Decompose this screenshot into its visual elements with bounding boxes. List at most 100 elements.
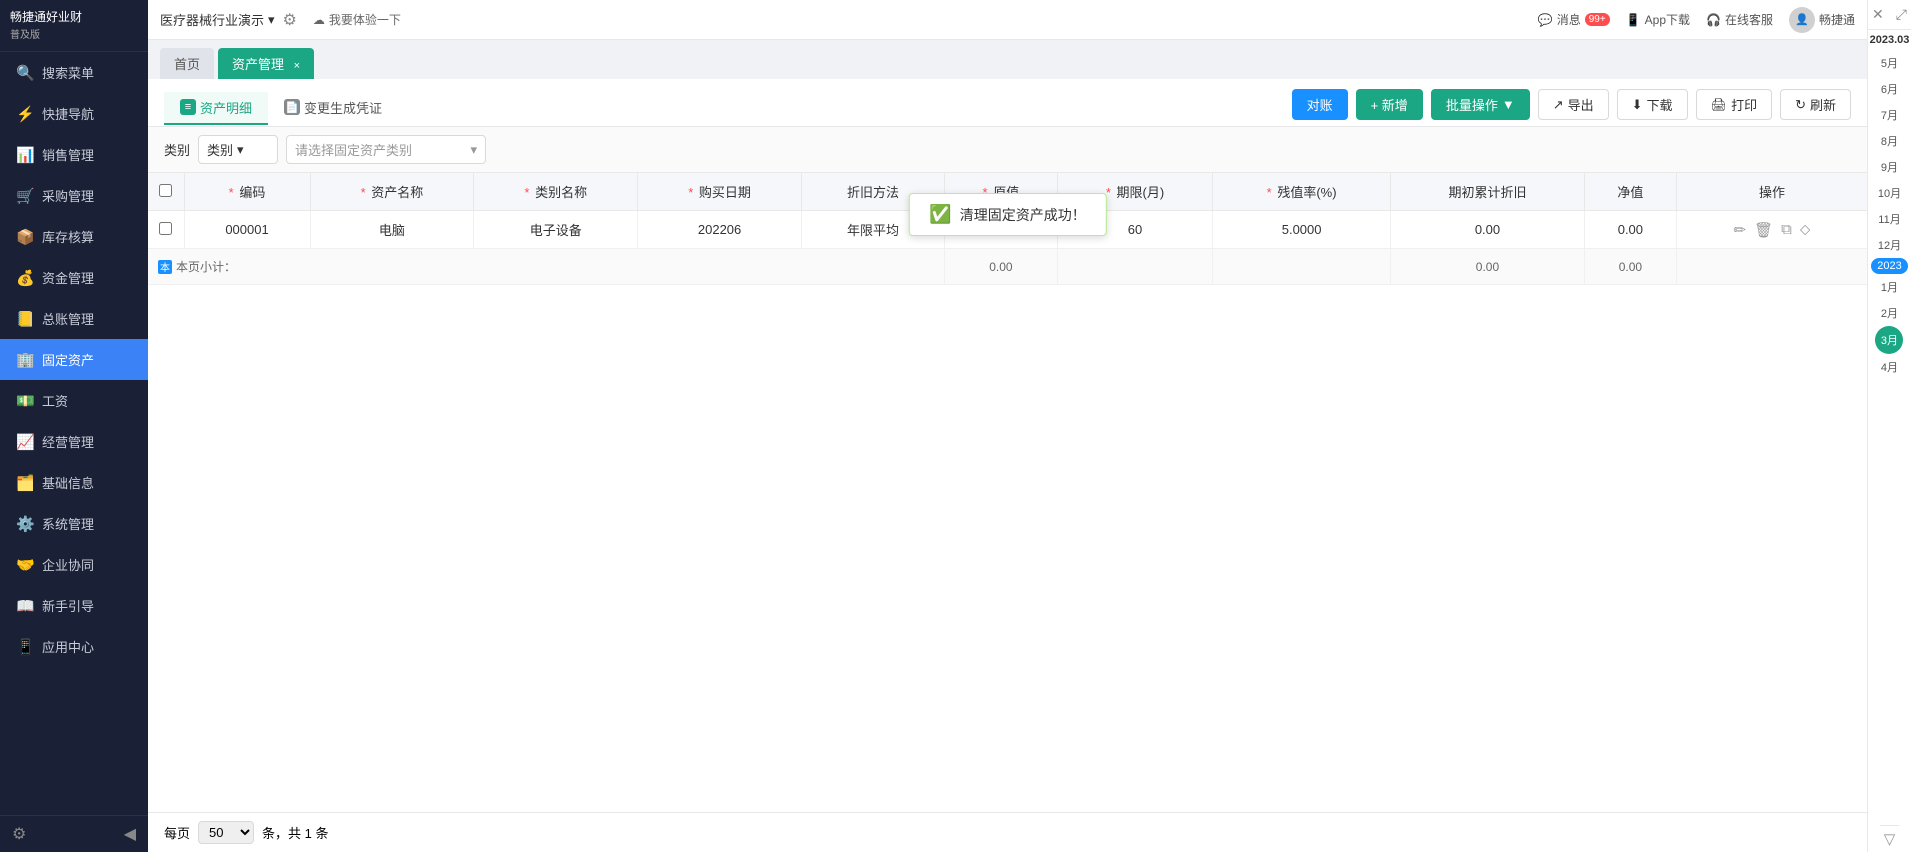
sub-tab-asset-detail[interactable]: ≡ 资产明细 — [164, 92, 268, 125]
export-button[interactable]: ↗ 导出 — [1538, 89, 1609, 120]
table-header-net-value: 净值 — [1584, 173, 1676, 211]
sidebar-item-ledger[interactable]: 📒总账管理 — [0, 298, 148, 339]
cloud-icon: ☁ — [313, 13, 325, 27]
settings-gear-icon[interactable]: ⚙ — [283, 10, 297, 30]
table-header-name: * 资产名称 — [310, 173, 474, 211]
tab-asset-label: 资产管理 — [232, 57, 284, 72]
sidebar-item-purchase[interactable]: 🛒采购管理 — [0, 175, 148, 216]
user-item[interactable]: 👤 畅捷通 — [1789, 7, 1855, 33]
sidebar-item-coop[interactable]: 🤝企业协同 — [0, 544, 148, 585]
per-page-select[interactable]: 50 100 200 — [198, 821, 254, 844]
edit-icon[interactable]: ✏ — [1734, 221, 1747, 239]
message-item[interactable]: 💬 消息 99+ — [1538, 11, 1610, 28]
category-input[interactable]: 请选择固定资产类别 ▾ — [286, 135, 486, 164]
reconcile-button[interactable]: 对账 — [1292, 89, 1348, 120]
month-item[interactable]: 11月 — [1871, 206, 1907, 232]
app-download-label: App下载 — [1645, 11, 1690, 28]
settings-icon[interactable]: ⚙ — [12, 824, 26, 844]
month-item[interactable]: 4月 — [1871, 354, 1907, 380]
app-download-item[interactable]: 📱 App下载 — [1626, 11, 1690, 28]
row-purchase-date: 202206 — [638, 211, 802, 249]
sidebar-item-quicknav[interactable]: ⚡快捷导航 — [0, 93, 148, 134]
batch-button[interactable]: 批量操作 ▼ — [1431, 89, 1530, 120]
rate-required-star: * — [1267, 185, 1272, 200]
month-item[interactable]: 8月 — [1871, 128, 1907, 154]
sidebar-item-salary[interactable]: 💵工资 — [0, 380, 148, 421]
period-required-star: * — [1106, 185, 1111, 200]
sidebar-icon-salary: 💵 — [16, 392, 34, 410]
refresh-button[interactable]: ↻ 刷新 — [1780, 89, 1851, 120]
month-item[interactable]: 12月 — [1871, 232, 1907, 258]
sidebar-item-operations[interactable]: 📈经营管理 — [0, 421, 148, 462]
month-item[interactable]: 7月 — [1871, 102, 1907, 128]
refresh-icon: ↻ — [1795, 97, 1806, 113]
collapse-icon[interactable]: ◀ — [124, 824, 136, 844]
sidebar-icon-guide: 📖 — [16, 597, 34, 615]
sidebar-label-operations: 经营管理 — [42, 432, 94, 451]
category-default-text: 类别 — [207, 140, 233, 159]
tab-asset-management[interactable]: 资产管理 × — [218, 48, 314, 79]
tab-home[interactable]: 首页 — [160, 48, 214, 79]
sidebar-label-guide: 新手引导 — [42, 596, 94, 615]
row-checkbox-cell — [148, 211, 184, 249]
row-checkbox[interactable] — [159, 222, 172, 235]
download-label: 下载 — [1647, 95, 1673, 114]
print-label: 打印 — [1731, 95, 1757, 114]
customer-service-item[interactable]: 🎧 在线客服 — [1706, 11, 1773, 28]
panel-expand-icon[interactable]: ⤢ — [1896, 6, 1907, 23]
experience-bar[interactable]: ☁ 我要体验一下 — [313, 11, 401, 28]
sidebar-icon-quicknav: ⚡ — [16, 105, 34, 123]
month-item[interactable]: 10月 — [1871, 180, 1907, 206]
select-all-checkbox[interactable] — [159, 184, 172, 197]
add-label: + 新增 — [1371, 95, 1408, 114]
print-icon: 🖨 — [1711, 97, 1728, 113]
sidebar-item-system[interactable]: ⚙️系统管理 — [0, 503, 148, 544]
month-item[interactable]: 3月 — [1875, 326, 1903, 354]
sidebar-label-inventory: 库存核算 — [42, 227, 94, 246]
more-icon[interactable]: ⬦ — [1800, 221, 1811, 238]
panel-scroll-down-icon[interactable]: ▽ — [1884, 831, 1896, 848]
sidebar-item-appstore[interactable]: 📱应用中心 — [0, 626, 148, 667]
sub-tab-change-voucher[interactable]: 📄 变更生成凭证 — [268, 92, 398, 125]
sidebar-logo: 畅捷通好业财 普及版 — [0, 0, 148, 52]
row-net-value: 0.00 — [1584, 211, 1676, 249]
panel-close-icon[interactable]: ✕ — [1872, 6, 1884, 23]
month-item[interactable]: 6月 — [1871, 76, 1907, 102]
sidebar-item-guide[interactable]: 📖 新手引导 — [0, 585, 148, 626]
add-button[interactable]: + 新增 — [1356, 89, 1423, 120]
month-item[interactable]: 9月 — [1871, 154, 1907, 180]
table-header-checkbox — [148, 173, 184, 211]
tab-close-icon[interactable]: × — [294, 60, 300, 72]
sidebar-item-capital[interactable]: 💰资金管理 — [0, 257, 148, 298]
sidebar-item-inventory[interactable]: 📦 库存核算 — [0, 216, 148, 257]
sidebar-item-fixed[interactable]: 🏢固定资产 — [0, 339, 148, 380]
month-item[interactable]: 2月 — [1871, 300, 1907, 326]
sidebar-item-search[interactable]: 🔍搜索菜单 — [0, 52, 148, 93]
tab-home-label: 首页 — [174, 57, 200, 72]
right-panel-header: ✕ ⤢ — [1868, 0, 1911, 30]
copy-icon[interactable]: ⧉ — [1781, 221, 1792, 238]
delete-icon[interactable]: 🗑 — [1754, 221, 1773, 239]
download-button[interactable]: ⬇ 下载 — [1617, 89, 1688, 120]
sidebar-item-basic[interactable]: 🗂️基础信息 — [0, 462, 148, 503]
sidebar-icon-system: ⚙️ — [16, 515, 34, 533]
change-voucher-icon: 📄 — [284, 99, 300, 115]
message-icon: 💬 — [1538, 13, 1553, 27]
sidebar-icon-inventory: 📦 — [16, 228, 34, 246]
month-item[interactable]: 5月 — [1871, 50, 1907, 76]
sidebar-item-sales[interactable]: 📊销售管理 — [0, 134, 148, 175]
category-default-select[interactable]: 类别 ▾ — [198, 135, 278, 164]
batch-dropdown-icon: ▼ — [1502, 97, 1515, 112]
sidebar-icon-ledger: 📒 — [16, 310, 34, 328]
subtotal-net-value: 0.00 — [1584, 249, 1676, 285]
company-selector[interactable]: 医疗器械行业演示 ▾ — [160, 10, 275, 29]
print-button[interactable]: 🖨 打印 — [1696, 89, 1773, 120]
sidebar-label-fixed: 固定资产 — [42, 350, 94, 369]
batch-label: 批量操作 — [1446, 95, 1498, 114]
sidebar-icon-capital: 💰 — [16, 269, 34, 287]
company-name: 医疗器械行业演示 — [160, 10, 264, 29]
row-residual-rate: 5.0000 — [1213, 211, 1391, 249]
avatar: 👤 — [1789, 7, 1815, 33]
month-item[interactable]: 1月 — [1871, 274, 1907, 300]
message-label: 消息 — [1557, 11, 1581, 28]
